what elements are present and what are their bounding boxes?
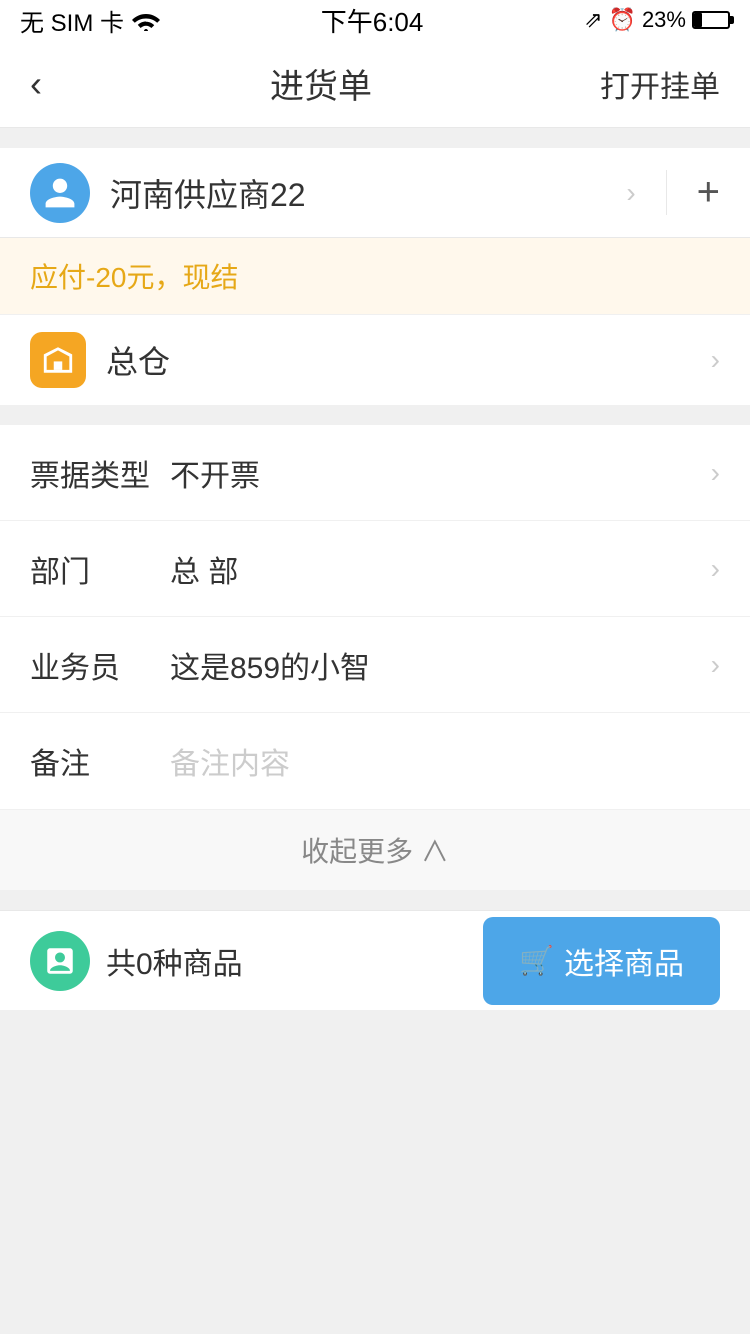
salesperson-chevron: › <box>711 649 720 681</box>
select-product-label: 选择商品 <box>564 939 684 983</box>
invoice-type-value: 不开票 <box>160 451 711 495</box>
status-indicators: ⇗ ⏰ 23% <box>584 7 730 33</box>
salesperson-row[interactable]: 业务员 这是859的小智 › <box>0 617 750 713</box>
department-label: 部门 <box>30 547 160 591</box>
product-icon <box>43 944 77 978</box>
battery-icon <box>692 11 730 29</box>
supplier-section[interactable]: 河南供应商22 › + <box>0 148 750 238</box>
main-content: 河南供应商22 › + 应付-20元，现结 总仓 › 票据类型 不开票 › <box>0 128 750 1028</box>
form-section: 票据类型 不开票 › 部门 总 部 › 业务员 这是859的小智 › 备注 备注… <box>0 425 750 809</box>
product-count-text: 共0种商品 <box>106 939 483 983</box>
location-icon: ⇗ <box>584 7 602 33</box>
alarm-icon: ⏰ <box>609 7 636 33</box>
supplier-avatar <box>30 163 90 223</box>
remark-row[interactable]: 备注 备注内容 <box>0 713 750 809</box>
select-product-button[interactable]: 🛒 选择商品 <box>483 917 720 1005</box>
alert-text: 应付-20元，现结 <box>30 262 238 293</box>
page-title: 进货单 <box>270 59 372 108</box>
warehouse-section[interactable]: 总仓 › <box>0 315 750 405</box>
warehouse-icon-container <box>30 332 86 388</box>
open-pending-button[interactable]: 打开挂单 <box>600 62 720 106</box>
collapse-toggle[interactable]: 收起更多 ∧ <box>0 810 750 890</box>
person-icon <box>42 175 78 211</box>
bottom-bar: 共0种商品 🛒 选择商品 <box>0 910 750 1010</box>
wifi-icon <box>132 9 160 31</box>
invoice-type-row[interactable]: 票据类型 不开票 › <box>0 425 750 521</box>
status-time: 下午6:04 <box>321 2 424 39</box>
collapse-label: 收起更多 ∧ <box>301 830 449 870</box>
supplier-name: 河南供应商22 <box>110 170 626 216</box>
salesperson-label: 业务员 <box>30 643 160 687</box>
invoice-type-label: 票据类型 <box>30 451 160 495</box>
section-divider-1 <box>0 128 750 148</box>
warehouse-name: 总仓 <box>106 337 711 383</box>
alert-banner: 应付-20元，现结 <box>0 238 750 314</box>
status-carrier: 无 SIM 卡 <box>20 3 160 38</box>
supplier-chevron-icon: › <box>626 177 635 209</box>
salesperson-value: 这是859的小智 <box>160 643 711 687</box>
status-bar: 无 SIM 卡 下午6:04 ⇗ ⏰ 23% <box>0 0 750 40</box>
department-chevron: › <box>711 553 720 585</box>
invoice-type-chevron: › <box>711 457 720 489</box>
department-value: 总 部 <box>160 547 711 591</box>
warehouse-icon <box>41 343 75 377</box>
product-icon-container <box>30 931 90 991</box>
warehouse-chevron-icon: › <box>711 344 720 376</box>
remark-input[interactable]: 备注内容 <box>160 739 720 783</box>
remark-label: 备注 <box>30 739 160 783</box>
battery-percent: 23% <box>642 7 686 33</box>
department-row[interactable]: 部门 总 部 › <box>0 521 750 617</box>
cart-icon: 🛒 <box>519 944 554 977</box>
add-supplier-button[interactable]: + <box>666 170 720 215</box>
nav-bar: ‹ 进货单 打开挂单 <box>0 40 750 128</box>
carrier-text: 无 SIM 卡 <box>20 3 124 38</box>
back-button[interactable]: ‹ <box>30 63 42 105</box>
